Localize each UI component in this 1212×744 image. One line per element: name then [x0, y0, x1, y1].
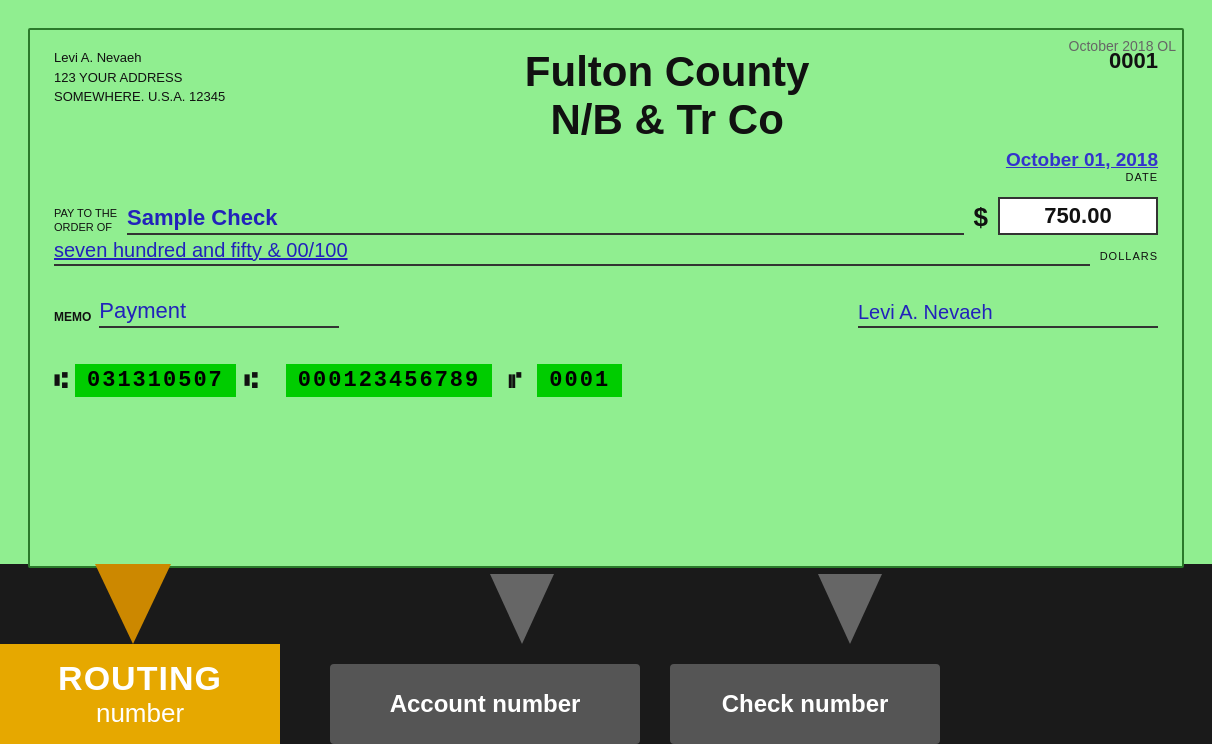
ol-label: October 2018 OL — [1069, 38, 1176, 54]
amount-box: 750.00 — [998, 197, 1158, 235]
memo-label: MEMO — [54, 310, 91, 324]
micr-open-symbol: ⑆ — [54, 368, 67, 393]
date-value: October 01, 2018 — [1006, 149, 1158, 171]
pay-to-order-row: PAY TO THE ORDER OF Sample Check $ 750.0… — [54, 197, 1158, 235]
routing-label-top: ROUTING — [58, 659, 222, 698]
written-amount-row: seven hundred and fifty & 00/100 DOLLARS — [54, 239, 1158, 266]
micr-separator1 — [269, 370, 274, 391]
micr-account: 000123456789 — [286, 364, 492, 397]
routing-arrow — [95, 564, 171, 644]
signature-section: Levi A. Nevaeh — [858, 301, 1158, 328]
routing-label-box: ROUTING number — [0, 644, 280, 744]
micr-row: ⑆ 031310507 ⑆ 000123456789 ⑈ 0001 — [54, 364, 1158, 397]
holder-address1: 123 YOUR ADDRESS — [54, 68, 225, 88]
routing-label-bottom: number — [96, 698, 184, 729]
bottom-section: ROUTING number Account number Check numb… — [0, 559, 1212, 744]
check-number-label-box: Check number — [670, 664, 940, 744]
written-amount: seven hundred and fifty & 00/100 — [54, 239, 1090, 266]
signature-value: Levi A. Nevaeh — [858, 301, 993, 323]
memo-section: MEMO Payment — [54, 298, 339, 328]
account-holder-info: Levi A. Nevaeh 123 YOUR ADDRESS SOMEWHER… — [54, 48, 225, 107]
micr-routing: 031310507 — [75, 364, 236, 397]
payee-name: Sample Check — [127, 205, 277, 230]
holder-address2: SOMEWHERE. U.S.A. 12345 — [54, 87, 225, 107]
account-arrow — [490, 574, 554, 644]
bank-name: Fulton County N/B & Tr Co — [245, 48, 1089, 145]
memo-value: Payment — [99, 298, 186, 323]
account-number-label: Account number — [390, 690, 581, 718]
check-inner: Levi A. Nevaeh 123 YOUR ADDRESS SOMEWHER… — [30, 30, 1182, 566]
dollar-sign: $ — [974, 202, 988, 233]
micr-equals-symbol: ⑈ — [508, 368, 521, 393]
account-number-label-box: Account number — [330, 664, 640, 744]
date-section: October 01, 2018 DATE — [1006, 149, 1158, 183]
check-number-arrow — [818, 574, 882, 644]
micr-close-symbol: ⑆ — [244, 368, 257, 393]
memo-signature-row: MEMO Payment Levi A. Nevaeh — [54, 298, 1158, 328]
dollars-label: DOLLARS — [1100, 250, 1158, 266]
pay-label: PAY TO THE ORDER OF — [54, 206, 117, 235]
check-number-label: Check number — [722, 690, 889, 718]
date-row: October 01, 2018 DATE — [54, 149, 1158, 183]
check-container: Levi A. Nevaeh 123 YOUR ADDRESS SOMEWHER… — [28, 28, 1184, 568]
payee-line: Sample Check — [127, 205, 964, 235]
micr-check-number: 0001 — [537, 364, 622, 397]
memo-line: Payment — [99, 298, 339, 328]
signature-line: Levi A. Nevaeh — [858, 301, 1158, 328]
holder-name: Levi A. Nevaeh — [54, 48, 225, 68]
date-label: DATE — [1006, 171, 1158, 183]
check-top-row: Levi A. Nevaeh 123 YOUR ADDRESS SOMEWHER… — [54, 48, 1158, 145]
